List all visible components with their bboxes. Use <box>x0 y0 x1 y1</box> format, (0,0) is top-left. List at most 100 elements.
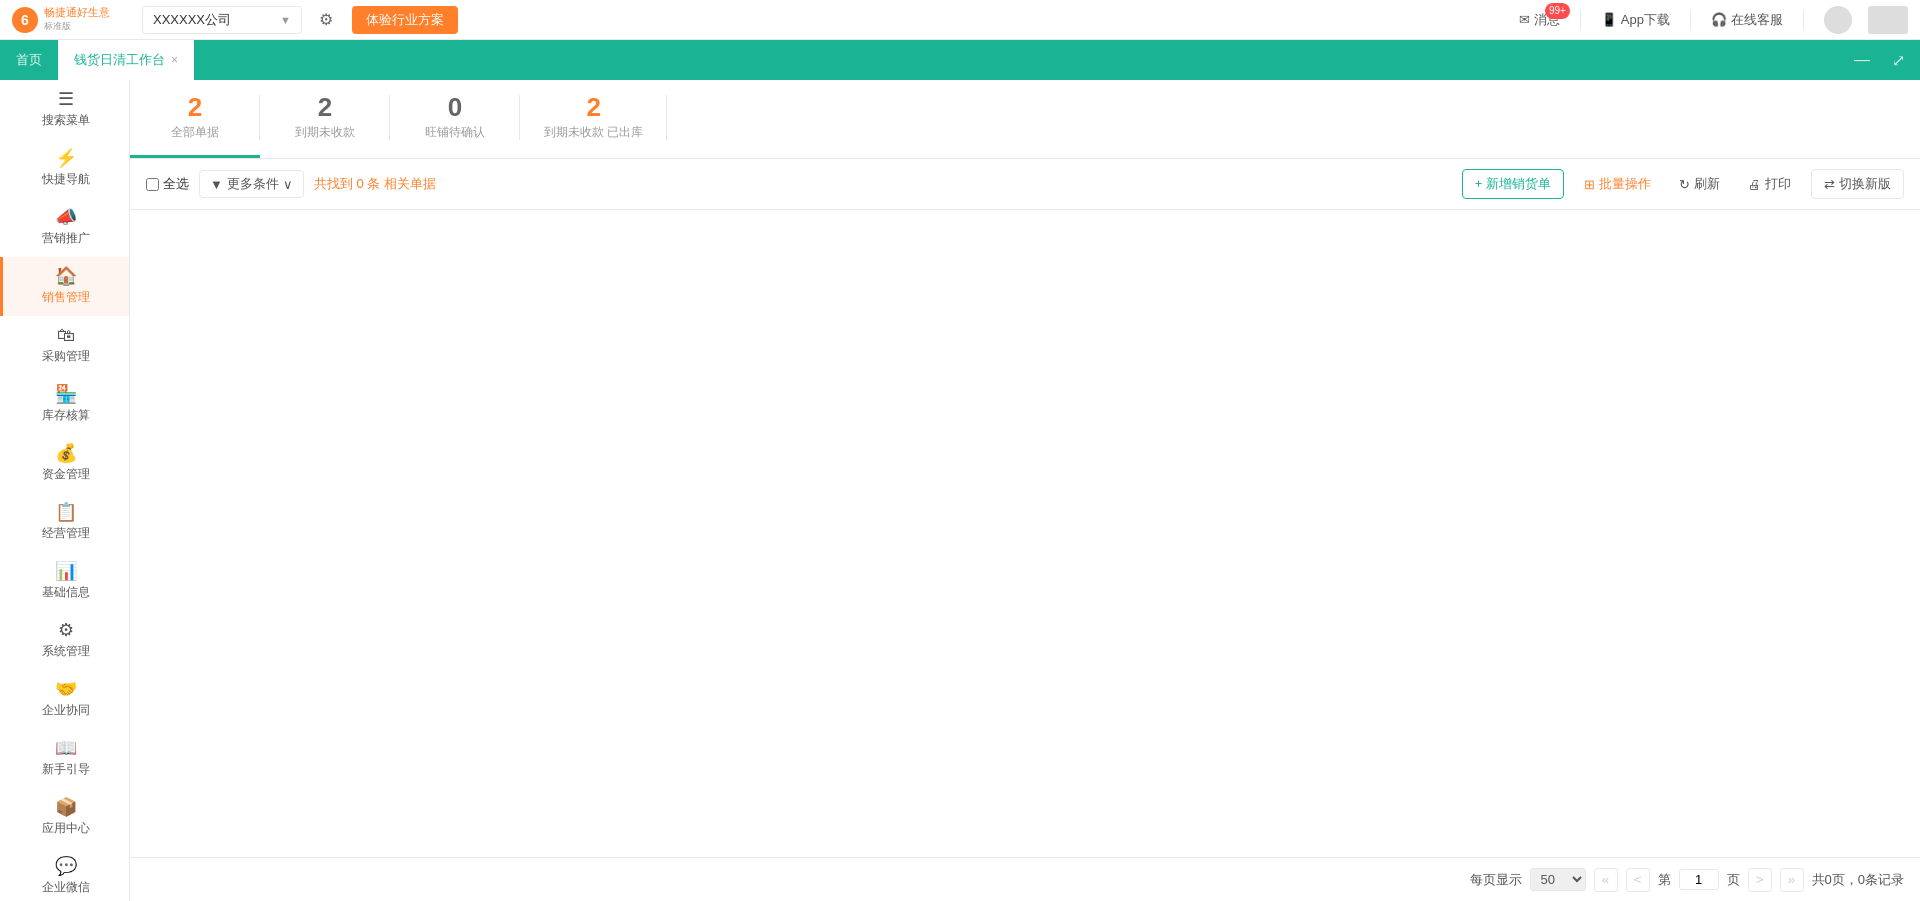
sidebar-item-operation[interactable]: 📋 经营管理 <box>0 493 129 552</box>
page-di-label: 第 <box>1658 871 1671 889</box>
online-service-button[interactable]: 🎧 在线客服 <box>1711 11 1783 29</box>
experience-button[interactable]: 体验行业方案 <box>352 6 458 34</box>
top-bar: 6 畅捷通好生意 标准版 XXXXXX公司 ▼ ⚙ 体验行业方案 ✉ 消息 99… <box>0 0 1920 40</box>
card-all-label: 全部单据 <box>171 124 219 141</box>
message-badge: 99+ <box>1545 3 1570 19</box>
sidebar-label-finance: 资金管理 <box>42 466 90 483</box>
select-all-checkbox[interactable]: 全选 <box>146 175 189 193</box>
table-area <box>130 210 1920 857</box>
sidebar-item-sales[interactable]: 🏠 销售管理 <box>0 257 129 316</box>
tab-bar-right: — ⤢ <box>1848 46 1920 74</box>
top-right-area: ✉ 消息 99+ 📱 App下载 🎧 在线客服 <box>1519 6 1908 34</box>
sidebar-item-guide[interactable]: 📖 新手引导 <box>0 729 129 788</box>
tab-work[interactable]: 钱货日清工作台 × <box>58 40 194 80</box>
card-pending-label: 旺铺待确认 <box>425 124 485 141</box>
print-label: 打印 <box>1765 175 1791 193</box>
page-size-select[interactable]: 10 20 50 100 <box>1530 868 1586 891</box>
prev-page-button[interactable]: < <box>1626 868 1650 892</box>
select-all-input[interactable] <box>146 178 159 191</box>
filter-button[interactable]: ▼ 更多条件 ∨ <box>199 170 304 198</box>
guide-icon: 📖 <box>55 739 77 757</box>
sidebar-item-quick-nav[interactable]: ⚡ 快捷导航 <box>0 139 129 198</box>
page-suffix: 页 <box>1727 871 1740 889</box>
switch-version-button[interactable]: ⇄ 切换新版 <box>1811 169 1904 199</box>
sidebar-label-search: 搜索菜单 <box>42 112 90 129</box>
sidebar-label-inventory: 库存核算 <box>42 407 90 424</box>
refresh-button[interactable]: ↻ 刷新 <box>1671 171 1728 197</box>
marketing-icon: 📣 <box>55 208 77 226</box>
filter-label: 更多条件 <box>227 175 279 193</box>
sidebar-item-search-menu[interactable]: ☰ 搜索菜单 <box>0 80 129 139</box>
summary-cards: 2 全部单据 2 到期未收款 0 旺铺待确认 2 到期未收款 已出库 <box>130 80 1920 158</box>
found-count-label: 共找到 0 条 相关单据 <box>314 175 436 193</box>
user-name-area[interactable] <box>1868 6 1908 34</box>
sidebar-item-inventory[interactable]: 🏪 库存核算 <box>0 375 129 434</box>
divider-3 <box>1803 10 1804 30</box>
last-page-button[interactable]: » <box>1780 868 1804 892</box>
sidebar-item-wechat[interactable]: 💬 企业微信 <box>0 847 129 901</box>
sidebar-item-app-center[interactable]: 📦 应用中心 <box>0 788 129 847</box>
sidebar-item-purchase[interactable]: 🛍 采购管理 <box>0 316 129 375</box>
sidebar-item-base-info[interactable]: 📊 基础信息 <box>0 552 129 611</box>
next-page-button[interactable]: > <box>1748 868 1772 892</box>
app-download-button[interactable]: 📱 App下载 <box>1601 11 1670 29</box>
card-shipped-number: 2 <box>586 94 600 120</box>
sidebar-item-system[interactable]: ⚙ 系统管理 <box>0 611 129 670</box>
company-name: XXXXXX公司 <box>153 11 231 29</box>
batch-label: 批量操作 <box>1599 175 1651 193</box>
logo-icon: 6 <box>12 7 38 33</box>
card-overdue-not-shipped[interactable]: 2 到期未收款 已出库 <box>520 80 667 158</box>
sidebar-label-app: 应用中心 <box>42 820 90 837</box>
page-size-label: 每页显示 <box>1470 871 1522 889</box>
card-overdue-label: 到期未收款 <box>295 124 355 141</box>
company-selector[interactable]: XXXXXX公司 ▼ <box>142 6 302 34</box>
sidebar-label-quick: 快捷导航 <box>42 171 90 188</box>
sidebar-label-purchase: 采购管理 <box>42 348 90 365</box>
tab-minimize-button[interactable]: — <box>1848 46 1876 74</box>
select-all-label: 全选 <box>163 175 189 193</box>
new-sale-button[interactable]: + 新增销货单 <box>1462 169 1564 199</box>
user-avatar[interactable] <box>1824 6 1852 34</box>
filter-chevron: ∨ <box>283 177 293 192</box>
purchase-icon: 🛍 <box>57 326 75 344</box>
card-all[interactable]: 2 全部单据 <box>130 80 260 158</box>
app-download-label: App下载 <box>1621 11 1670 29</box>
tab-maximize-button[interactable]: ⤢ <box>1884 46 1912 74</box>
main-content: 2 全部单据 2 到期未收款 0 旺铺待确认 2 到期未收款 已出库 <box>130 80 1920 901</box>
service-icon: 🎧 <box>1711 12 1727 27</box>
card-pending-number: 0 <box>448 94 462 120</box>
sidebar-label-base: 基础信息 <box>42 584 90 601</box>
base-info-icon: 📊 <box>55 562 77 580</box>
sidebar-label-marketing: 营销推广 <box>42 230 90 247</box>
total-label: 共0页，0条记录 <box>1812 871 1904 889</box>
current-page-input[interactable] <box>1679 869 1719 890</box>
app-center-icon: 📦 <box>55 798 77 816</box>
operation-icon: 📋 <box>55 503 77 521</box>
filter-icon: ▼ <box>210 177 223 192</box>
toolbar-right: + 新增销货单 ⊞ 批量操作 ↻ 刷新 🖨 打印 ⇄ 切换新版 <box>1462 169 1904 199</box>
batch-button[interactable]: ⊞ 批量操作 <box>1576 171 1659 197</box>
settings-button[interactable]: ⚙ <box>310 4 342 36</box>
new-sale-label: + 新增销货单 <box>1475 175 1551 193</box>
tab-close-button[interactable]: × <box>171 53 178 67</box>
print-button[interactable]: 🖨 打印 <box>1740 171 1799 197</box>
card-overdue-unpaid[interactable]: 2 到期未收款 <box>260 80 390 158</box>
tab-bar: 首页 钱货日清工作台 × — ⤢ <box>0 40 1920 80</box>
card-overdue-number: 2 <box>318 94 332 120</box>
finance-icon: 💰 <box>55 444 77 462</box>
service-label: 在线客服 <box>1731 11 1783 29</box>
logo-area: 6 畅捷通好生意 标准版 <box>12 6 142 32</box>
divider-1 <box>1580 10 1581 30</box>
card-pending-confirm[interactable]: 0 旺铺待确认 <box>390 80 520 158</box>
refresh-icon: ↻ <box>1679 177 1690 192</box>
tab-home[interactable]: 首页 <box>0 40 58 80</box>
message-button[interactable]: ✉ 消息 99+ <box>1519 11 1560 29</box>
wechat-icon: 💬 <box>55 857 77 875</box>
sidebar-item-cooperation[interactable]: 🤝 企业协同 <box>0 670 129 729</box>
cooperation-icon: 🤝 <box>55 680 77 698</box>
first-page-button[interactable]: « <box>1594 868 1618 892</box>
print-icon: 🖨 <box>1748 177 1761 192</box>
sidebar-item-marketing[interactable]: 📣 营销推广 <box>0 198 129 257</box>
found-count-number: 0 <box>357 176 364 191</box>
sidebar-item-finance[interactable]: 💰 资金管理 <box>0 434 129 493</box>
